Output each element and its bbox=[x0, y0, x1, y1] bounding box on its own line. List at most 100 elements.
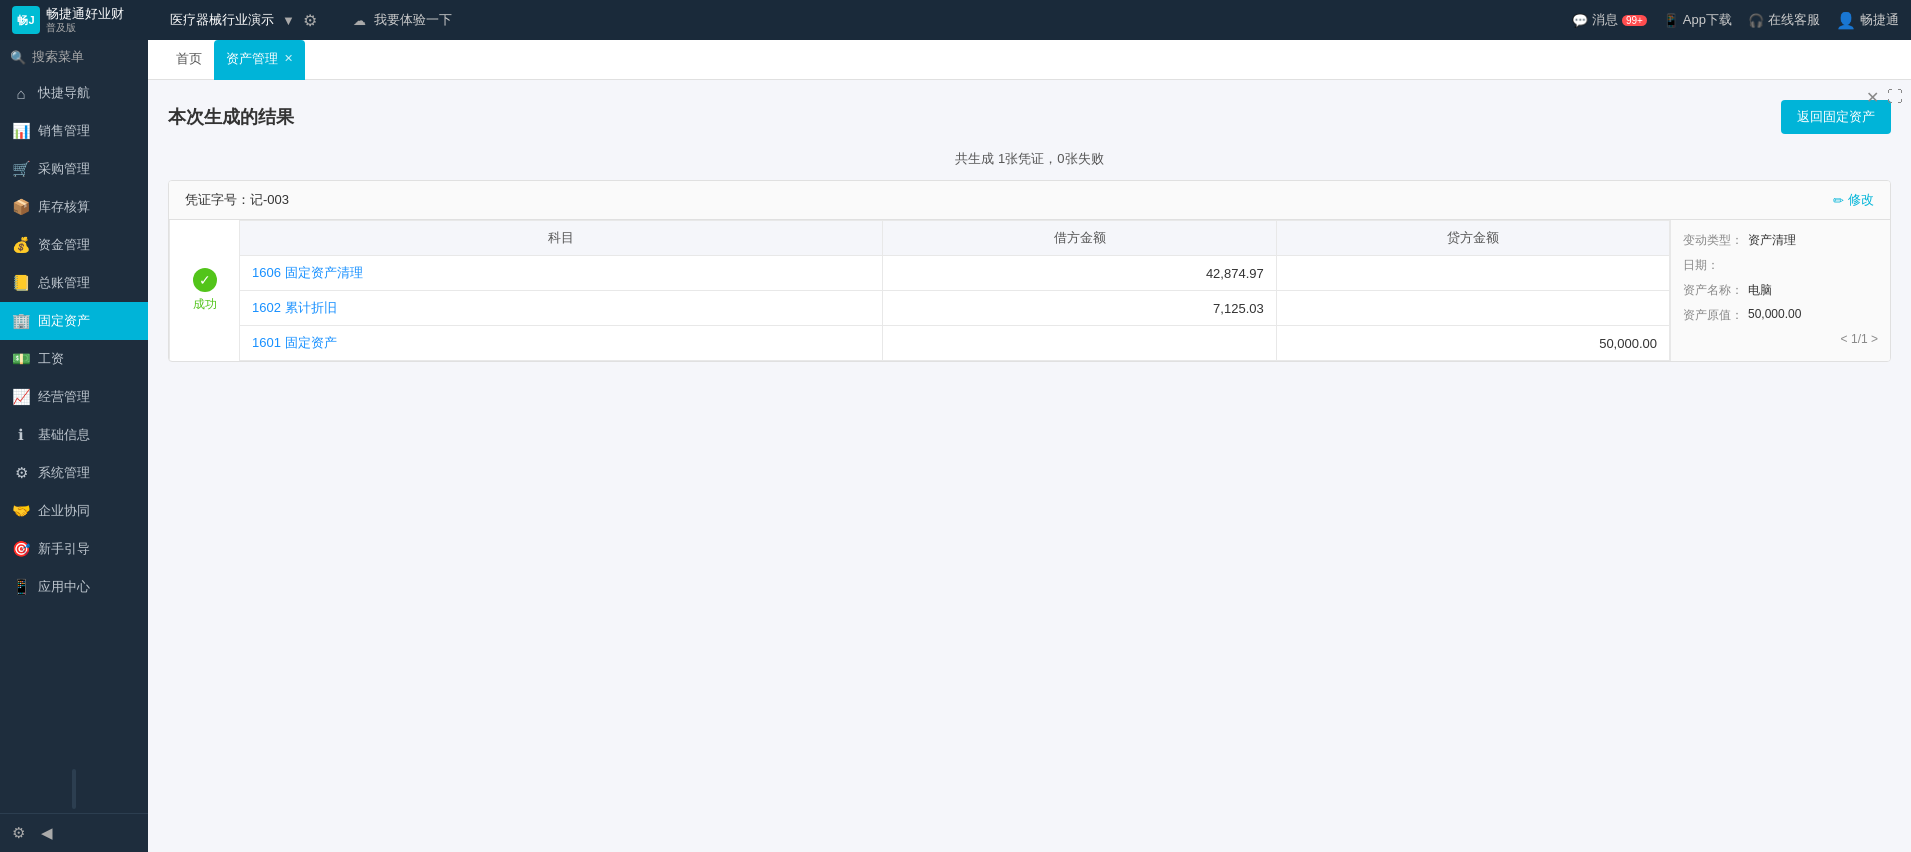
payroll-icon: 💵 bbox=[12, 350, 30, 368]
col-credit: 贷方金额 bbox=[1276, 221, 1669, 256]
tab-home-label: 首页 bbox=[176, 50, 202, 68]
message-label: 消息 bbox=[1592, 11, 1618, 29]
guide-icon: 🎯 bbox=[12, 540, 30, 558]
original-value-label: 资产原值： bbox=[1683, 307, 1748, 324]
trending-icon: 📈 bbox=[12, 388, 30, 406]
sidebar-item-label: 工资 bbox=[38, 350, 64, 368]
sidebar-item-ledger[interactable]: 📒 总账管理 bbox=[0, 264, 148, 302]
book-icon: 📒 bbox=[12, 274, 30, 292]
sidebar-item-sales[interactable]: 📊 销售管理 bbox=[0, 112, 148, 150]
page-title-row: 本次生成的结果 返回固定资产 bbox=[168, 100, 1891, 134]
sidebar-item-fixed-assets[interactable]: 🏢 固定资产 bbox=[0, 302, 148, 340]
sidebar-item-label: 采购管理 bbox=[38, 160, 90, 178]
collapse-icon[interactable]: ◀ bbox=[41, 824, 53, 842]
sidebar-item-label: 应用中心 bbox=[38, 578, 90, 596]
top-header: 畅J 畅捷通好业财 普及版 医疗器械行业演示 ▼ ⚙ ☁ 我要体验一下 💬 消息… bbox=[0, 0, 1911, 40]
user-name: 畅捷通 bbox=[1860, 11, 1899, 29]
change-type-value: 资产清理 bbox=[1748, 232, 1796, 249]
row1-debit: 42,874.97 bbox=[883, 256, 1276, 291]
main-layout: 🔍 搜索菜单 ⌂ 快捷导航 📊 销售管理 🛒 采购管理 📦 库存核算 💰 资金管… bbox=[0, 40, 1911, 852]
asset-name-label: 资产名称： bbox=[1683, 282, 1748, 299]
app-download-label: App下载 bbox=[1683, 11, 1732, 29]
online-service-label: 在线客服 bbox=[1768, 11, 1820, 29]
settings-footer-icon[interactable]: ⚙ bbox=[12, 824, 25, 842]
money-icon: 💰 bbox=[12, 236, 30, 254]
building-icon: 🏢 bbox=[12, 312, 30, 330]
sidebar-item-enterprise[interactable]: 🤝 企业协同 bbox=[0, 492, 148, 530]
voucher-block: 凭证字号：记-003 ✏ 修改 ✓ 成功 bbox=[168, 180, 1891, 362]
sidebar-item-label: 经营管理 bbox=[38, 388, 90, 406]
sidebar-item-quick-nav[interactable]: ⌂ 快捷导航 bbox=[0, 74, 148, 112]
original-value-value: 50,000.00 bbox=[1748, 307, 1801, 324]
content-area: 首页 资产管理 ✕ 本次生成的结果 返回固定资产 共生成 1张凭证，0张失败 凭… bbox=[148, 40, 1911, 852]
table-row: 1606 固定资产清理 42,874.97 bbox=[240, 256, 1670, 291]
sidebar-search[interactable]: 🔍 搜索菜单 bbox=[0, 40, 148, 74]
sidebar-item-label: 快捷导航 bbox=[38, 84, 90, 102]
info-date: 日期： bbox=[1683, 257, 1878, 274]
success-icon: ✓ bbox=[193, 268, 217, 292]
sidebar-item-purchase[interactable]: 🛒 采购管理 bbox=[0, 150, 148, 188]
sidebar-item-funds[interactable]: 💰 资金管理 bbox=[0, 226, 148, 264]
tab-asset-mgmt-label: 资产管理 bbox=[226, 50, 278, 68]
row2-credit bbox=[1276, 291, 1669, 326]
sidebar-item-system[interactable]: ⚙ 系统管理 bbox=[0, 454, 148, 492]
info-original-value: 资产原值： 50,000.00 bbox=[1683, 307, 1878, 324]
header-right: 💬 消息 99+ 📱 App下载 🎧 在线客服 👤 畅捷通 bbox=[1572, 11, 1899, 30]
sidebar-item-basic-info[interactable]: ℹ 基础信息 bbox=[0, 416, 148, 454]
logo-area: 畅J 畅捷通好业财 普及版 bbox=[12, 6, 160, 34]
table-row: 1601 固定资产 50,000.00 bbox=[240, 326, 1670, 361]
cart-icon: 🛒 bbox=[12, 160, 30, 178]
voucher-serial: 凭证字号：记-003 bbox=[185, 191, 289, 209]
success-col: ✓ 成功 bbox=[169, 220, 239, 361]
logo-main: 畅捷通好业财 bbox=[46, 6, 124, 22]
expand-panel-icon[interactable]: ⛶ bbox=[1887, 88, 1903, 107]
row1-subject[interactable]: 1606 固定资产清理 bbox=[240, 256, 883, 291]
app-icon: 📱 bbox=[12, 578, 30, 596]
settings-icon[interactable]: ⚙ bbox=[303, 11, 317, 30]
tab-home[interactable]: 首页 bbox=[164, 40, 214, 80]
asset-name-value: 电脑 bbox=[1748, 282, 1772, 299]
sidebar-item-operations[interactable]: 📈 经营管理 bbox=[0, 378, 148, 416]
page-title: 本次生成的结果 bbox=[168, 105, 294, 129]
voucher-header: 凭证字号：记-003 ✏ 修改 bbox=[169, 181, 1890, 220]
sidebar-item-label: 资金管理 bbox=[38, 236, 90, 254]
change-type-label: 变动类型： bbox=[1683, 232, 1748, 249]
edit-btn[interactable]: ✏ 修改 bbox=[1833, 191, 1874, 209]
tab-close-icon[interactable]: ✕ bbox=[284, 52, 293, 65]
pagination[interactable]: < 1/1 > bbox=[1683, 332, 1878, 346]
header-middle: 医疗器械行业演示 ▼ ⚙ ☁ 我要体验一下 bbox=[160, 11, 1572, 30]
experience-btn[interactable]: 我要体验一下 bbox=[374, 11, 452, 29]
message-item[interactable]: 💬 消息 99+ bbox=[1572, 11, 1647, 29]
table-row: 1602 累计折旧 7,125.03 bbox=[240, 291, 1670, 326]
col-debit: 借方金额 bbox=[883, 221, 1276, 256]
info-icon: ℹ bbox=[12, 426, 30, 444]
prev-icon[interactable]: < bbox=[1841, 332, 1848, 346]
close-panel-icon[interactable]: ✕ bbox=[1866, 88, 1879, 107]
headset-icon: 🎧 bbox=[1748, 13, 1764, 28]
app-download-item[interactable]: 📱 App下载 bbox=[1663, 11, 1732, 29]
user-item[interactable]: 👤 畅捷通 bbox=[1836, 11, 1899, 30]
logo-text: 畅捷通好业财 普及版 bbox=[46, 6, 124, 34]
chevron-down-icon[interactable]: ▼ bbox=[282, 13, 295, 28]
panel-icons: ✕ ⛶ bbox=[1866, 88, 1903, 107]
row2-subject[interactable]: 1602 累计折旧 bbox=[240, 291, 883, 326]
sidebar-item-payroll[interactable]: 💵 工资 bbox=[0, 340, 148, 378]
online-service-item[interactable]: 🎧 在线客服 bbox=[1748, 11, 1820, 29]
pagination-text: 1/1 bbox=[1851, 332, 1871, 346]
sidebar-item-app-center[interactable]: 📱 应用中心 bbox=[0, 568, 148, 606]
tab-asset-mgmt[interactable]: 资产管理 ✕ bbox=[214, 40, 305, 80]
sidebar-item-guide[interactable]: 🎯 新手引导 bbox=[0, 530, 148, 568]
page-content: 本次生成的结果 返回固定资产 共生成 1张凭证，0张失败 凭证字号：记-003 … bbox=[148, 80, 1911, 852]
sidebar-item-label: 新手引导 bbox=[38, 540, 90, 558]
voucher-table: 科目 借方金额 贷方金额 1606 固定资产清理 42,874.97 bbox=[239, 220, 1670, 361]
cloud-icon: ☁ bbox=[353, 13, 366, 28]
sidebar-item-inventory[interactable]: 📦 库存核算 bbox=[0, 188, 148, 226]
message-badge: 99+ bbox=[1622, 15, 1647, 26]
next-icon[interactable]: > bbox=[1871, 332, 1878, 346]
sidebar-item-label: 库存核算 bbox=[38, 198, 90, 216]
row3-subject[interactable]: 1601 固定资产 bbox=[240, 326, 883, 361]
logo-sub: 普及版 bbox=[46, 22, 124, 34]
company-name[interactable]: 医疗器械行业演示 bbox=[170, 11, 274, 29]
success-label: 成功 bbox=[193, 296, 217, 313]
sidebar-item-label: 固定资产 bbox=[38, 312, 90, 330]
